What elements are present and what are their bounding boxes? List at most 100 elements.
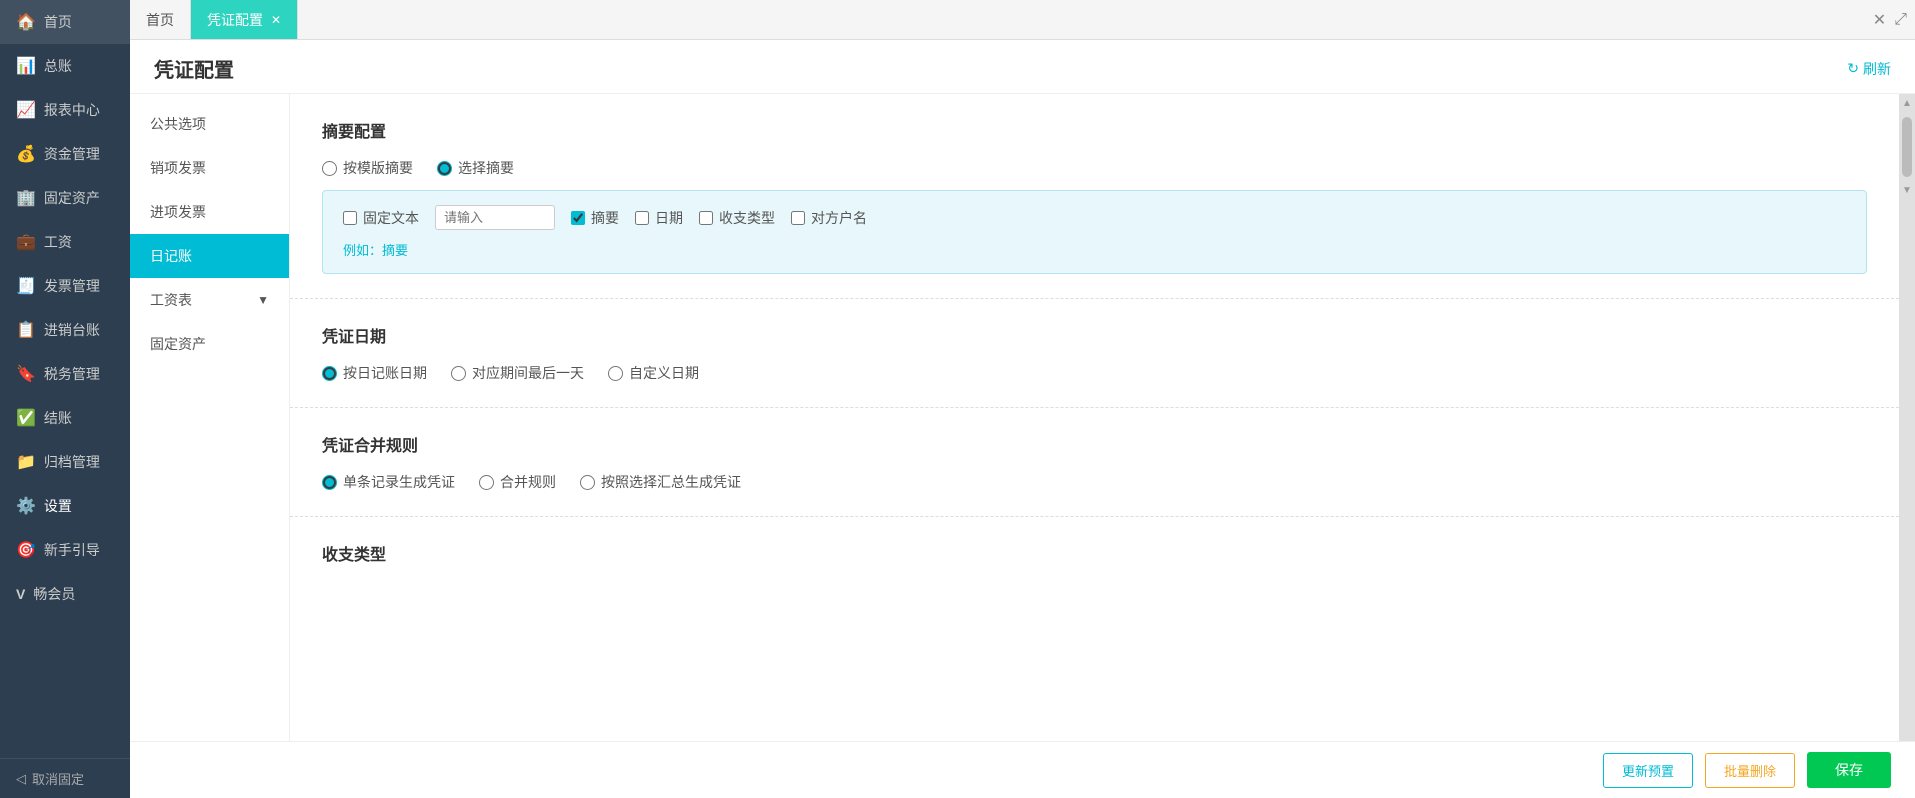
bottom-bar: 更新预置 批量删除 保存 <box>130 741 1915 798</box>
radio-by-journal-date-label: 按日记账日期 <box>343 363 427 383</box>
summary-config-section: 摘要配置 按模版摘要 选择摘要 固定文本 <box>290 94 1899 299</box>
radio-period-last-day-input[interactable] <box>451 366 466 381</box>
sidebar-item-home[interactable]: 🏠 首页 <box>0 0 130 44</box>
checkbox-income-type-label: 收支类型 <box>719 208 775 228</box>
home-icon: 🏠 <box>16 12 36 32</box>
guide-icon: 🎯 <box>16 540 36 560</box>
checkbox-summary[interactable]: 摘要 <box>571 208 619 228</box>
left-nav-label: 工资表 <box>150 290 192 310</box>
sidebar-item-checkout[interactable]: ✅ 结账 <box>0 396 130 440</box>
sidebar-label: 资金管理 <box>44 144 100 164</box>
close-window-icon[interactable]: ✕ <box>1873 10 1886 30</box>
pin-icon: ◁ <box>16 771 26 787</box>
radio-period-last-day[interactable]: 对应期间最后一天 <box>451 363 584 383</box>
sidebar-item-purchase-sales[interactable]: 📋 进销台账 <box>0 308 130 352</box>
sidebar-item-ledger[interactable]: 📊 总账 <box>0 44 130 88</box>
sidebar-label: 报表中心 <box>44 100 100 120</box>
checkbox-fixed-text[interactable]: 固定文本 <box>343 208 419 228</box>
summary-checkbox-row: 固定文本 摘要 日期 收支类型 <box>343 205 1846 230</box>
radio-template-summary-input[interactable] <box>322 161 337 176</box>
sidebar-item-assets[interactable]: 🏢 固定资产 <box>0 176 130 220</box>
right-scrollbar: ▲ ▼ <box>1899 94 1915 798</box>
scroll-up-arrow[interactable]: ▲ <box>1898 94 1915 113</box>
checkbox-fixed-text-label: 固定文本 <box>363 208 419 228</box>
sidebar-item-settings[interactable]: ⚙️ 设置 <box>0 484 130 528</box>
radio-by-journal-date-input[interactable] <box>322 366 337 381</box>
resize-window-icon[interactable]: ⤢ <box>1894 11 1907 29</box>
right-content: 摘要配置 按模版摘要 选择摘要 固定文本 <box>290 94 1899 798</box>
radio-single-record-input[interactable] <box>322 475 337 490</box>
scroll-down-arrow[interactable]: ▼ <box>1898 181 1915 200</box>
left-nav-label: 固定资产 <box>150 334 206 354</box>
checkbox-date-input[interactable] <box>635 211 649 225</box>
radio-select-summary-input[interactable] <box>437 161 452 176</box>
tab-home-label: 首页 <box>146 10 174 30</box>
tab-voucher-config[interactable]: 凭证配置 ✕ <box>191 0 298 39</box>
batch-delete-button[interactable]: 批量删除 <box>1705 753 1795 788</box>
radio-merge-rule-input[interactable] <box>479 475 494 490</box>
checkout-icon: ✅ <box>16 408 36 428</box>
radio-custom-date[interactable]: 自定义日期 <box>608 363 699 383</box>
sidebar-item-reports[interactable]: 📈 报表中心 <box>0 88 130 132</box>
radio-by-journal-date[interactable]: 按日记账日期 <box>322 363 427 383</box>
tab-close-icon[interactable]: ✕ <box>271 13 281 27</box>
checkbox-counterpart-label: 对方户名 <box>811 208 867 228</box>
voucher-date-section: 凭证日期 按日记账日期 对应期间最后一天 自定义日期 <box>290 299 1899 408</box>
income-expense-section: 收支类型 <box>290 517 1899 641</box>
sidebar-item-member[interactable]: V 畅会员 <box>0 572 130 616</box>
scroll-thumb[interactable] <box>1902 117 1912 177</box>
sidebar-item-invoice[interactable]: 🧾 发票管理 <box>0 264 130 308</box>
voucher-date-title: 凭证日期 <box>322 323 1867 347</box>
checkbox-income-type-input[interactable] <box>699 211 713 225</box>
voucher-date-radio-group: 按日记账日期 对应期间最后一天 自定义日期 <box>322 363 1867 383</box>
tab-bar: 首页 凭证配置 ✕ ✕ ⤢ <box>130 0 1915 40</box>
radio-summary-generate-label: 按照选择汇总生成凭证 <box>601 472 741 492</box>
sidebar-item-archive[interactable]: 📁 归档管理 <box>0 440 130 484</box>
radio-summary-generate-input[interactable] <box>580 475 595 490</box>
tab-home[interactable]: 首页 <box>130 0 191 39</box>
save-button[interactable]: 保存 <box>1807 752 1891 788</box>
checkbox-fixed-text-input[interactable] <box>343 211 357 225</box>
left-nav-journal[interactable]: 日记账 <box>130 234 289 278</box>
left-nav-fixed-assets[interactable]: 固定资产 <box>130 322 289 366</box>
left-nav-label: 公共选项 <box>150 114 206 134</box>
main-area: 首页 凭证配置 ✕ ✕ ⤢ 凭证配置 ↻ 刷新 公共选项 销项发票 进项 <box>130 0 1915 798</box>
radio-period-last-day-label: 对应期间最后一天 <box>472 363 584 383</box>
radio-template-summary-label: 按模版摘要 <box>343 158 413 178</box>
refresh-button[interactable]: ↻ 刷新 <box>1847 59 1891 79</box>
left-nav-label: 销项发票 <box>150 158 206 178</box>
checkbox-income-type[interactable]: 收支类型 <box>699 208 775 228</box>
radio-single-record[interactable]: 单条记录生成凭证 <box>322 472 455 492</box>
income-expense-title: 收支类型 <box>322 541 1867 565</box>
checkbox-date[interactable]: 日期 <box>635 208 683 228</box>
chevron-down-icon: ▼ <box>257 293 269 307</box>
checkbox-counterpart[interactable]: 对方户名 <box>791 208 867 228</box>
cancel-pin-button[interactable]: ◁ 取消固定 <box>0 758 130 798</box>
left-nav-payroll[interactable]: 工资表 ▼ <box>130 278 289 322</box>
sidebar-label: 总账 <box>44 56 72 76</box>
assets-icon: 🏢 <box>16 188 36 208</box>
page-title: 凭证配置 <box>154 54 234 83</box>
checkbox-counterpart-input[interactable] <box>791 211 805 225</box>
left-nav-sales-invoice[interactable]: 销项发票 <box>130 146 289 190</box>
checkbox-summary-input[interactable] <box>571 211 585 225</box>
radio-summary-generate[interactable]: 按照选择汇总生成凭证 <box>580 472 741 492</box>
radio-merge-rule[interactable]: 合并规则 <box>479 472 556 492</box>
tax-icon: 🔖 <box>16 364 36 384</box>
salary-icon: 💼 <box>16 232 36 252</box>
sidebar-item-tax[interactable]: 🔖 税务管理 <box>0 352 130 396</box>
summary-config-title: 摘要配置 <box>322 118 1867 142</box>
radio-select-summary[interactable]: 选择摘要 <box>437 158 514 178</box>
radio-merge-rule-label: 合并规则 <box>500 472 556 492</box>
sidebar-label: 首页 <box>44 12 72 32</box>
radio-custom-date-input[interactable] <box>608 366 623 381</box>
update-preview-button[interactable]: 更新预置 <box>1603 753 1693 788</box>
radio-select-summary-label: 选择摘要 <box>458 158 514 178</box>
sidebar-item-funds[interactable]: 💰 资金管理 <box>0 132 130 176</box>
sidebar-item-salary[interactable]: 💼 工资 <box>0 220 130 264</box>
sidebar-item-guide[interactable]: 🎯 新手引导 <box>0 528 130 572</box>
fixed-text-input[interactable] <box>435 205 555 230</box>
left-nav-public[interactable]: 公共选项 <box>130 102 289 146</box>
radio-template-summary[interactable]: 按模版摘要 <box>322 158 413 178</box>
left-nav-purchase-invoice[interactable]: 进项发票 <box>130 190 289 234</box>
